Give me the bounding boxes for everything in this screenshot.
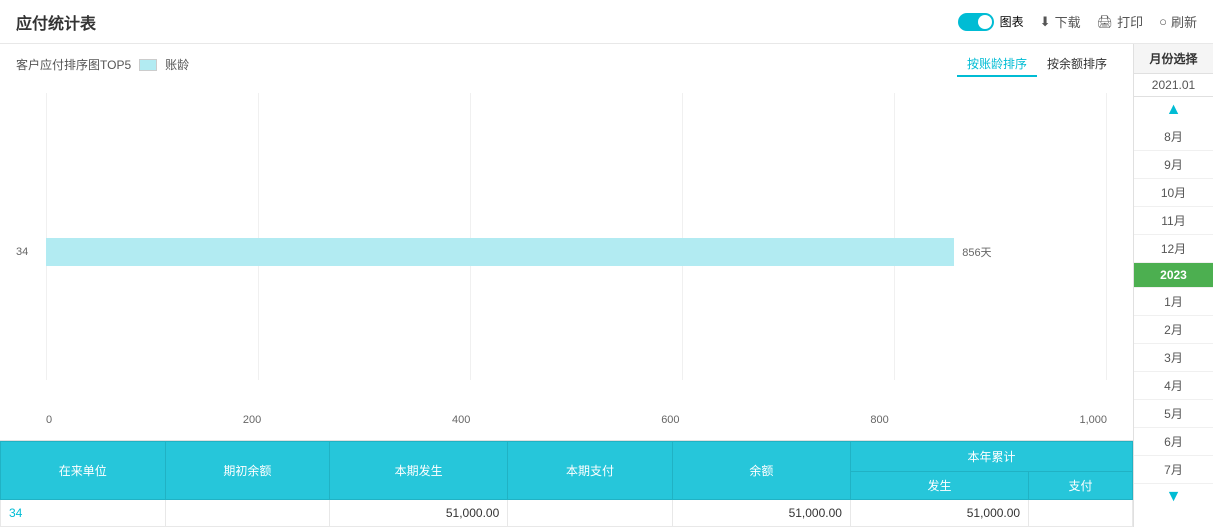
bar-chart-container: 34 856天 [0,85,1133,440]
chart-sort-tabs: 按账龄排序 按余额排序 [957,52,1117,77]
cell-balance: 51,000.00 [672,500,850,527]
th-current-payment: 本期支付 [508,442,673,500]
data-table: 在来单位 期初余额 本期发生 本期支付 余额 本年累计 发生 支付 [0,441,1133,527]
refresh-label: 刷新 [1171,12,1197,31]
legend-box [139,59,157,71]
print-button[interactable]: 🖨 打印 [1097,12,1144,31]
sidebar-month-6[interactable]: 1月 [1134,288,1213,316]
th-balance: 余额 [672,442,850,500]
th-ytd: 本年累计 [850,442,1132,472]
chart-area: 客户应付排序图TOP5 账龄 按账龄排序 按余额排序 34 [0,44,1133,527]
table-row: 34 51,000.00 51,000.00 51,000.00 [1,500,1133,527]
chart-toggle-label: 图表 [1000,13,1024,30]
table-container: 在来单位 期初余额 本期发生 本期支付 余额 本年累计 发生 支付 [0,440,1133,527]
cell-ytd-occurrence: 51,000.00 [850,500,1028,527]
chart-legend: 客户应付排序图TOP5 账龄 [16,56,189,73]
download-button[interactable]: ⬇ 下载 [1040,12,1081,31]
page-container: 应付统计表 图表 ⬇ 下载 🖨 打印 ○ 刷新 [0,0,1213,527]
x-tick-4: 800 [870,414,888,426]
th-current-occurrence: 本期发生 [330,442,508,500]
sidebar-down-button[interactable]: ▼ [1134,484,1213,510]
sort-tab-amount[interactable]: 按账龄排序 [957,52,1037,77]
chart-toggle[interactable] [958,13,994,31]
cell-current-payment [508,500,673,527]
x-axis: 0 200 400 600 800 1,000 [16,414,1117,426]
cell-company: 34 [1,500,166,527]
header-actions: 图表 ⬇ 下载 🖨 打印 ○ 刷新 [958,12,1197,31]
x-tick-0: 0 [46,414,52,426]
sidebar-month-4[interactable]: 12月 [1134,235,1213,263]
x-tick-1: 200 [243,414,261,426]
legend-box-label: 账龄 [165,56,189,73]
print-label: 打印 [1117,12,1143,31]
bar-chart: 34 856天 [16,93,1117,440]
sidebar-month-12[interactable]: 7月 [1134,456,1213,484]
grid-line-1 [258,93,259,380]
grid-line-2 [470,93,471,380]
bar-fill [46,238,954,266]
grid-line-5 [1106,93,1107,380]
x-tick-5: 1,000 [1079,414,1107,426]
refresh-button[interactable]: ○ 刷新 [1159,12,1197,31]
legend-title: 客户应付排序图TOP5 [16,56,131,73]
sidebar-up-button[interactable]: ▲ [1134,97,1213,123]
sidebar-year-value[interactable]: 2021.01 [1134,74,1213,97]
grid-line-4 [894,93,895,380]
sidebar-month-5[interactable]: 2023 [1134,263,1213,288]
bar-label: 856天 [962,244,991,260]
chart-header: 客户应付排序图TOP5 账龄 按账龄排序 按余额排序 [0,44,1133,85]
download-icon: ⬇ [1040,14,1051,30]
main-content: 客户应付排序图TOP5 账龄 按账龄排序 按余额排序 34 [0,44,1213,527]
sidebar-month-8[interactable]: 3月 [1134,344,1213,372]
sidebar-month-10[interactable]: 5月 [1134,400,1213,428]
table-header-row-1: 在来单位 期初余额 本期发生 本期支付 余额 本年累计 [1,442,1133,472]
grid-line-3 [682,93,683,380]
th-ytd-occurrence: 发生 [850,472,1028,500]
x-tick-2: 400 [452,414,470,426]
grid-line-0 [46,93,47,380]
cell-current-occurrence: 51,000.00 [330,500,508,527]
th-company: 在来单位 [1,442,166,500]
th-ytd-payment: 支付 [1029,472,1133,500]
company-link[interactable]: 34 [9,506,22,520]
y-axis-label: 34 [16,246,28,258]
sidebar-month-0[interactable]: 8月 [1134,123,1213,151]
bar-chart-inner: 34 856天 [16,93,1117,410]
sidebar-months-list: 8月9月10月11月12月20231月2月3月4月5月6月7月 [1134,123,1213,484]
header: 应付统计表 图表 ⬇ 下载 🖨 打印 ○ 刷新 [0,0,1213,44]
right-sidebar: 月份选择 2021.01 ▲ 8月9月10月11月12月20231月2月3月4月… [1133,44,1213,527]
bar-row: 856天 [46,238,1107,266]
sidebar-month-9[interactable]: 4月 [1134,372,1213,400]
cell-ytd-payment [1029,500,1133,527]
sidebar-month-1[interactable]: 9月 [1134,151,1213,179]
sort-tab-balance[interactable]: 按余额排序 [1037,52,1117,77]
sidebar-month-header: 月份选择 [1134,44,1213,74]
sidebar-month-7[interactable]: 2月 [1134,316,1213,344]
chart-toggle-group: 图表 [958,13,1024,31]
page-title: 应付统计表 [16,10,96,34]
th-period-opening: 期初余额 [165,442,330,500]
download-label: 下载 [1055,12,1081,31]
sidebar-month-2[interactable]: 10月 [1134,179,1213,207]
print-icon: 🖨 [1097,14,1114,30]
grid-lines [46,93,1107,380]
sidebar-month-11[interactable]: 6月 [1134,428,1213,456]
cell-period-opening [165,500,330,527]
refresh-icon: ○ [1159,14,1167,29]
x-tick-3: 600 [661,414,679,426]
sidebar-month-3[interactable]: 11月 [1134,207,1213,235]
